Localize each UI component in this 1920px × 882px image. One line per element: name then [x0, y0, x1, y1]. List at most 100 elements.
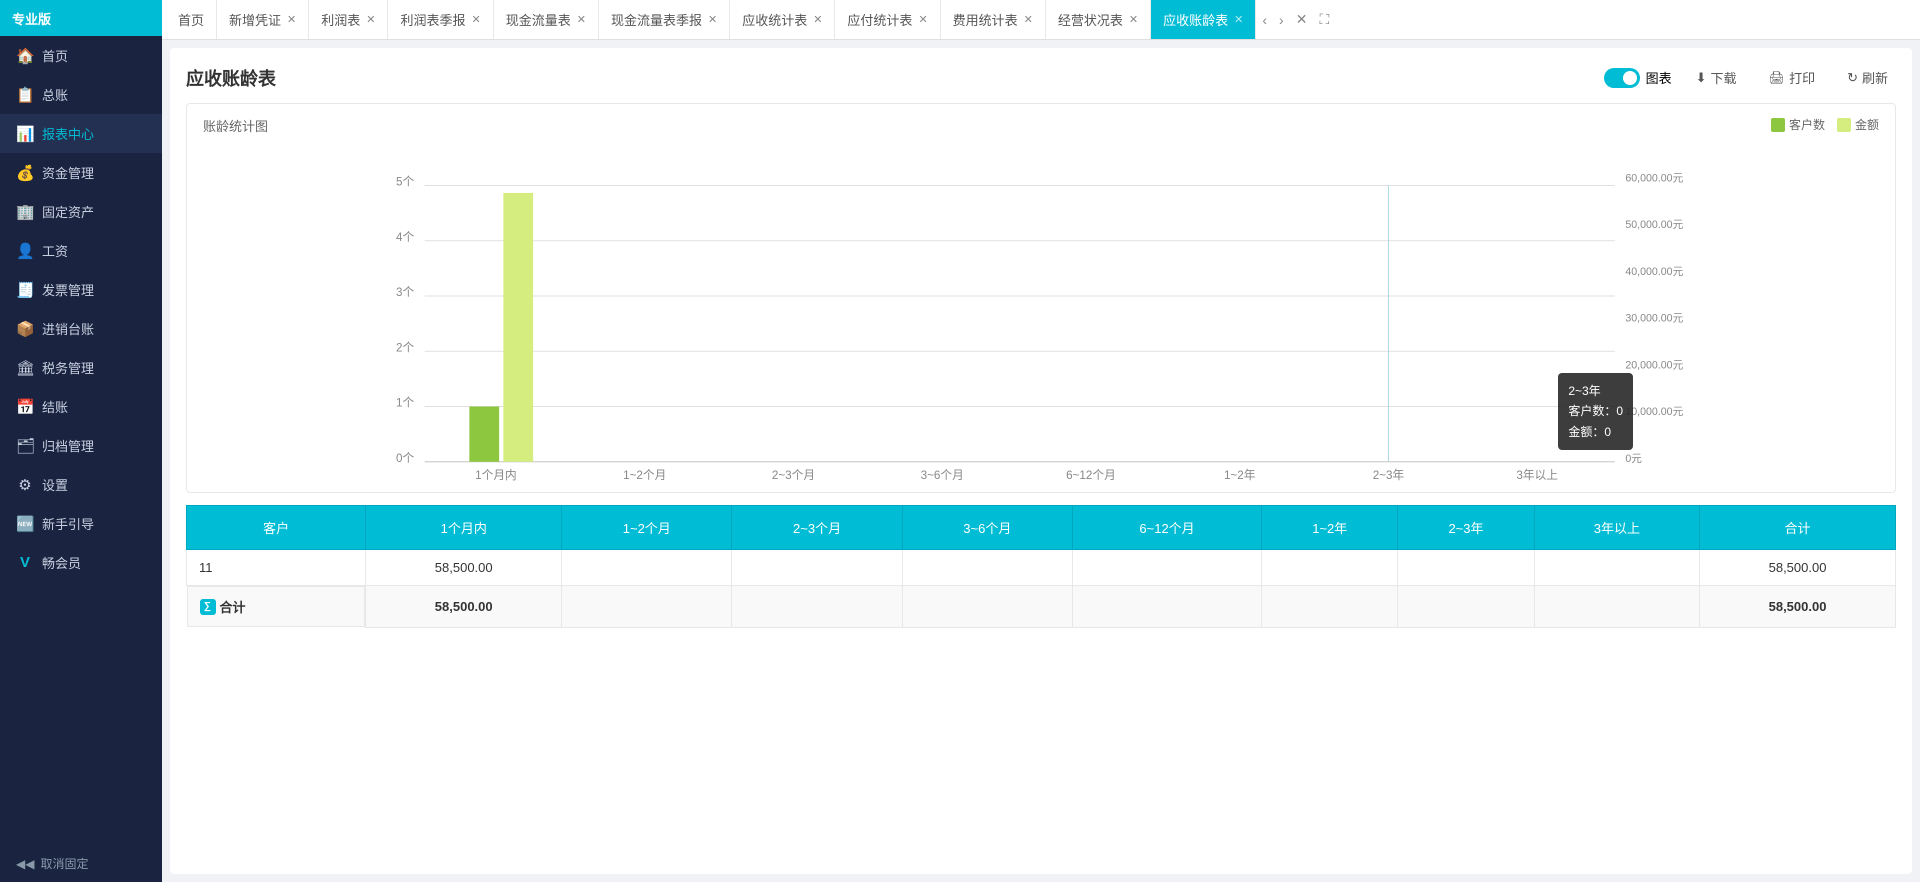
tab-profit[interactable]: 利润表 ✕	[309, 0, 388, 40]
tab-home[interactable]: 首页	[166, 0, 217, 40]
col-header-2-3m: 2~3个月	[732, 506, 902, 550]
sidebar-item-archive[interactable]: 🗂 归档管理	[0, 426, 162, 465]
svg-text:20,000.00元: 20,000.00元	[1625, 359, 1683, 371]
refresh-button[interactable]: ↻ 刷新	[1839, 64, 1896, 91]
tab-expand-button[interactable]: ⛶	[1313, 0, 1335, 40]
reports-icon: 📊	[16, 125, 34, 143]
table-header-row: 客户 1个月内 1~2个月 2~3个月 3~6个月 6~12个月 1~2年 2~…	[187, 506, 1896, 550]
tab-cashflow-quarter-close[interactable]: ✕	[708, 13, 717, 26]
tab-home-label: 首页	[178, 10, 204, 29]
collapse-sidebar-button[interactable]: ◀◀ 取消固定	[0, 845, 162, 882]
guide-icon: 🆕	[16, 515, 34, 533]
sidebar-item-guide[interactable]: 🆕 新手引导	[0, 504, 162, 543]
svg-text:4个: 4个	[396, 231, 414, 244]
table-row: 11 58,500.00 58,500.00	[187, 550, 1896, 586]
svg-text:5个: 5个	[396, 176, 414, 189]
col-header-1-2y: 1~2年	[1262, 506, 1398, 550]
sidebar-item-label: 固定资产	[42, 202, 94, 221]
svg-text:3年以上: 3年以上	[1516, 468, 1558, 482]
download-button[interactable]: ⬇ 下载	[1688, 64, 1745, 91]
total-1-2m	[562, 586, 732, 628]
sidebar-item-tax[interactable]: 🏛 税务管理	[0, 348, 162, 387]
cell-1m-0: 58,500.00	[366, 550, 562, 586]
tab-expense-stat-close[interactable]: ✕	[1024, 13, 1033, 26]
sidebar-item-payroll[interactable]: 👤 工资	[0, 231, 162, 270]
svg-text:2~3个月: 2~3个月	[772, 469, 815, 482]
sidebar-item-label: 归档管理	[42, 436, 94, 455]
legend-customers-dot	[1771, 118, 1785, 132]
total-3-6m	[902, 586, 1072, 628]
tab-receivable-stat-close[interactable]: ✕	[813, 13, 822, 26]
tab-payable-stat[interactable]: 应付统计表 ✕	[835, 0, 940, 40]
settings-icon: ⚙	[16, 476, 34, 494]
print-button[interactable]: 🖨 打印	[1761, 64, 1824, 91]
tab-expense-stat-label: 费用统计表	[953, 10, 1018, 29]
sidebar-item-purchase[interactable]: 📦 进销台账	[0, 309, 162, 348]
svg-text:60,000.00元: 60,000.00元	[1625, 172, 1683, 184]
sidebar-item-invoice[interactable]: 🧾 发票管理	[0, 270, 162, 309]
payroll-icon: 👤	[16, 242, 34, 260]
tab-voucher[interactable]: 新增凭证 ✕	[217, 0, 309, 40]
tab-profit-close[interactable]: ✕	[366, 13, 375, 26]
tab-operation-close[interactable]: ✕	[1129, 13, 1138, 26]
legend-amount-label: 金额	[1855, 116, 1879, 133]
tab-payable-stat-label: 应付统计表	[847, 10, 912, 29]
tab-operation-label: 经营状况表	[1058, 10, 1123, 29]
sidebar-item-reports[interactable]: 📊 报表中心	[0, 114, 162, 153]
tab-profit-quarter-close[interactable]: ✕	[472, 13, 481, 26]
chart-toggle[interactable]	[1604, 68, 1640, 88]
app-logo: 专业版	[0, 0, 162, 36]
tab-operation[interactable]: 经营状况表 ✕	[1046, 0, 1151, 40]
total-1-2y	[1262, 586, 1398, 628]
sidebar-item-funds[interactable]: 💰 资金管理	[0, 153, 162, 192]
tab-cashflow-close[interactable]: ✕	[577, 13, 586, 26]
tab-aging-label: 应收账龄表	[1163, 10, 1228, 29]
sidebar-item-settings[interactable]: ⚙ 设置	[0, 465, 162, 504]
chart-svg: 0个 1个 2个 3个 4个 5个 1个月内	[203, 143, 1879, 483]
total-3y	[1534, 586, 1699, 628]
sidebar-item-assets[interactable]: 🏢 固定资产	[0, 192, 162, 231]
page-actions: 图表 ⬇ 下载 🖨 打印 ↻ 刷新	[1604, 64, 1896, 91]
tab-voucher-label: 新增凭证	[229, 10, 281, 29]
col-header-customer: 客户	[187, 506, 366, 550]
legend-amount-dot	[1837, 118, 1851, 132]
table-total-row: ∑ 合计 58,500.00 58,500.00	[187, 586, 1896, 628]
legend-customers: 客户数	[1771, 116, 1825, 133]
tab-aging-close[interactable]: ✕	[1234, 13, 1243, 26]
archive-icon: 🗂	[16, 437, 34, 455]
cell-total-0: 58,500.00	[1700, 550, 1896, 586]
tab-close-all-button[interactable]: ✕	[1290, 0, 1314, 40]
member-icon: V	[16, 554, 34, 571]
tab-profit-quarter[interactable]: 利润表季报 ✕	[388, 0, 493, 40]
total-2-3m	[732, 586, 902, 628]
sidebar-item-member[interactable]: V 畅会员	[0, 543, 162, 582]
tab-expense-stat[interactable]: 费用统计表 ✕	[941, 0, 1046, 40]
tab-aging[interactable]: 应收账龄表 ✕	[1151, 0, 1256, 40]
sidebar-item-home[interactable]: 🏠 首页	[0, 36, 162, 75]
legend-customers-label: 客户数	[1789, 116, 1825, 133]
page-title: 应收账龄表	[186, 65, 276, 91]
closing-icon: 📅	[16, 398, 34, 416]
tab-receivable-stat-label: 应收统计表	[742, 10, 807, 29]
cell-3y-0	[1534, 550, 1699, 586]
tab-cashflow[interactable]: 现金流量表 ✕	[494, 0, 599, 40]
cell-customer-0: 11	[187, 550, 366, 586]
total-label: 合计	[220, 597, 246, 616]
col-header-2-3y: 2~3年	[1398, 506, 1534, 550]
tax-icon: 🏛	[16, 359, 34, 377]
tab-payable-stat-close[interactable]: ✕	[918, 13, 927, 26]
ledger-icon: 📋	[16, 86, 34, 104]
sidebar-item-ledger[interactable]: 📋 总账	[0, 75, 162, 114]
page-content: 应收账龄表 图表 ⬇ 下载 🖨 打印 ↻ 刷新	[170, 48, 1912, 874]
col-header-3y: 3年以上	[1534, 506, 1699, 550]
tab-next-button[interactable]: ›	[1273, 0, 1290, 40]
tab-cashflow-quarter[interactable]: 现金流量表季报 ✕	[599, 0, 730, 40]
sidebar-item-label: 发票管理	[42, 280, 94, 299]
tab-receivable-stat[interactable]: 应收统计表 ✕	[730, 0, 835, 40]
tab-voucher-close[interactable]: ✕	[287, 13, 296, 26]
total-2-3y	[1398, 586, 1534, 628]
sidebar-item-closing[interactable]: 📅 结账	[0, 387, 162, 426]
svg-text:0个: 0个	[396, 452, 414, 465]
tab-prev-button[interactable]: ‹	[1256, 0, 1273, 40]
svg-text:3个: 3个	[396, 286, 414, 299]
